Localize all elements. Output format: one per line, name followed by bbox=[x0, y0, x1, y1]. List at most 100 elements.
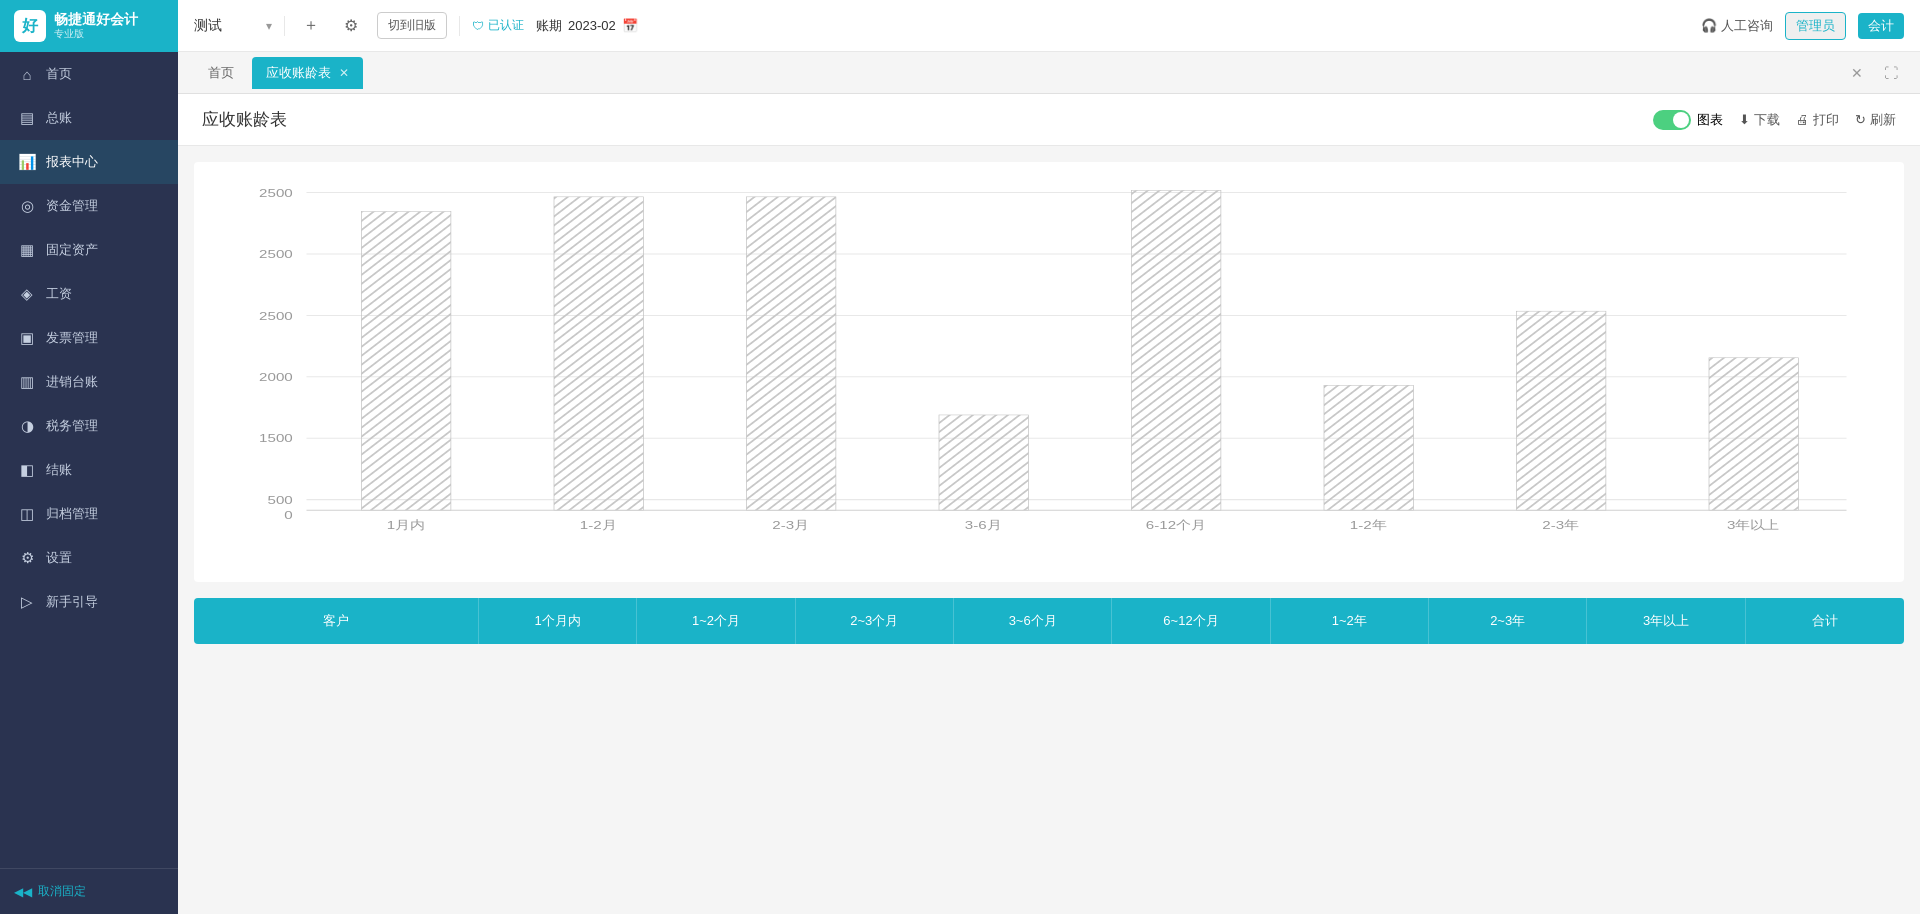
svg-text:2-3月: 2-3月 bbox=[772, 519, 808, 532]
consult-button[interactable]: 🎧 人工咨询 bbox=[1701, 17, 1773, 35]
sidebar-item-salary[interactable]: ◈ 工资 bbox=[0, 272, 178, 316]
archive-icon: ◫ bbox=[18, 505, 36, 523]
fund-icon: ◎ bbox=[18, 197, 36, 215]
th-3plus-year: 3年以上 bbox=[1587, 598, 1745, 644]
th-2-3month: 2~3个月 bbox=[796, 598, 954, 644]
download-icon: ⬇ bbox=[1739, 112, 1750, 127]
page-header: 应收账龄表 图表 ⬇ 下载 🖨 打印 ↻ 刷新 bbox=[178, 94, 1920, 146]
sidebar-item-closing[interactable]: ◧ 结账 bbox=[0, 448, 178, 492]
tab-aging[interactable]: 应收账龄表 ✕ bbox=[252, 57, 363, 89]
tab-home[interactable]: 首页 bbox=[194, 57, 248, 89]
assets-icon: ▦ bbox=[18, 241, 36, 259]
refresh-button[interactable]: ↻ 刷新 bbox=[1855, 111, 1896, 129]
sidebar-item-label: 工资 bbox=[46, 285, 72, 303]
sidebar-item-tax[interactable]: ◑ 税务管理 bbox=[0, 404, 178, 448]
chart-toggle[interactable] bbox=[1653, 110, 1691, 130]
th-1month: 1个月内 bbox=[479, 598, 637, 644]
sidebar-item-general-ledger[interactable]: ▤ 总账 bbox=[0, 96, 178, 140]
cancel-fixed-button[interactable]: ◀◀ 取消固定 bbox=[14, 877, 164, 906]
cancel-fixed-label: 取消固定 bbox=[38, 883, 86, 900]
verified-badge: 🛡 已认证 bbox=[472, 17, 524, 34]
sidebar-item-assets[interactable]: ▦ 固定资产 bbox=[0, 228, 178, 272]
logo-text-block: 畅捷通好会计 专业版 bbox=[54, 11, 138, 42]
period-label: 账期 bbox=[536, 17, 562, 35]
table-area: 客户 1个月内 1~2个月 2~3个月 3~6个月 6~12个月 1~2年 2~… bbox=[194, 598, 1904, 644]
th-total: 合计 bbox=[1746, 598, 1904, 644]
company-dropdown-icon[interactable]: ▾ bbox=[266, 19, 272, 33]
sidebar-item-label: 结账 bbox=[46, 461, 72, 479]
sidebar-item-guide[interactable]: ▷ 新手引导 bbox=[0, 580, 178, 624]
svg-text:1-2月: 1-2月 bbox=[580, 519, 616, 532]
sidebar-item-home[interactable]: ⌂ 首页 bbox=[0, 52, 178, 96]
refresh-icon: ↻ bbox=[1855, 112, 1866, 127]
sidebar-footer: ◀◀ 取消固定 bbox=[0, 868, 178, 914]
svg-text:0: 0 bbox=[284, 508, 292, 521]
th-customer: 客户 bbox=[194, 598, 479, 644]
sidebar-menu: ⌂ 首页 ▤ 总账 📊 报表中心 ◎ 资金管理 ▦ 固定资产 ◈ 工资 ▣ 发票… bbox=[0, 52, 178, 868]
settings-button[interactable]: ⚙ bbox=[337, 12, 365, 40]
download-label: 下载 bbox=[1754, 111, 1780, 129]
app-name: 畅捷通好会计 bbox=[54, 11, 138, 28]
svg-text:1-2年: 1-2年 bbox=[1350, 519, 1386, 532]
bar-5[interactable] bbox=[1132, 190, 1221, 510]
app-version: 专业版 bbox=[54, 27, 138, 41]
th-6-12month: 6~12个月 bbox=[1112, 598, 1270, 644]
sidebar-item-fund[interactable]: ◎ 资金管理 bbox=[0, 184, 178, 228]
main-content: 测试 ▾ ＋ ⚙ 切到旧版 🛡 已认证 账期 2023-02 📅 🎧 人工咨询 … bbox=[178, 0, 1920, 914]
download-button[interactable]: ⬇ 下载 bbox=[1739, 111, 1780, 129]
expand-window-button[interactable]: ⛶ bbox=[1878, 60, 1904, 86]
svg-text:2500: 2500 bbox=[259, 309, 293, 322]
chart-wrapper: 2500 2500 2500 2000 1500 500 0 1 bbox=[224, 182, 1874, 542]
add-button[interactable]: ＋ bbox=[297, 12, 325, 40]
table-header: 客户 1个月内 1~2个月 2~3个月 3~6个月 6~12个月 1~2年 2~… bbox=[194, 598, 1904, 644]
period-value: 2023-02 bbox=[568, 18, 616, 33]
print-button[interactable]: 🖨 打印 bbox=[1796, 111, 1839, 129]
topbar: 测试 ▾ ＋ ⚙ 切到旧版 🛡 已认证 账期 2023-02 📅 🎧 人工咨询 … bbox=[178, 0, 1920, 52]
svg-text:3年以上: 3年以上 bbox=[1727, 519, 1779, 532]
bar-4[interactable] bbox=[939, 415, 1028, 510]
calendar-icon[interactable]: 📅 bbox=[622, 18, 638, 33]
print-icon: 🖨 bbox=[1796, 112, 1809, 127]
cancel-fixed-icon: ◀◀ bbox=[14, 885, 32, 899]
admin-button[interactable]: 管理员 bbox=[1785, 12, 1846, 40]
tab-close-icon[interactable]: ✕ bbox=[339, 66, 349, 80]
tax-icon: ◑ bbox=[18, 417, 36, 435]
bar-chart: 2500 2500 2500 2000 1500 500 0 1 bbox=[224, 182, 1874, 542]
toggle-thumb bbox=[1673, 112, 1689, 128]
consult-label: 人工咨询 bbox=[1721, 17, 1773, 35]
bar-7[interactable] bbox=[1517, 311, 1606, 510]
svg-text:6-12个月: 6-12个月 bbox=[1146, 519, 1205, 532]
bar-3[interactable] bbox=[747, 197, 836, 510]
sidebar-item-archive[interactable]: ◫ 归档管理 bbox=[0, 492, 178, 536]
svg-text:1月内: 1月内 bbox=[387, 519, 425, 532]
th-1-2year: 1~2年 bbox=[1271, 598, 1429, 644]
tab-home-label: 首页 bbox=[208, 64, 234, 82]
svg-text:500: 500 bbox=[268, 494, 293, 507]
bar-1[interactable] bbox=[362, 212, 451, 511]
home-icon: ⌂ bbox=[18, 66, 36, 83]
bar-6[interactable] bbox=[1324, 385, 1413, 510]
sidebar-item-label: 发票管理 bbox=[46, 329, 98, 347]
closing-icon: ◧ bbox=[18, 461, 36, 479]
chart-area: 2500 2500 2500 2000 1500 500 0 1 bbox=[194, 162, 1904, 582]
logo-icon: 好 bbox=[14, 10, 46, 42]
svg-text:3-6月: 3-6月 bbox=[965, 519, 1001, 532]
sidebar-item-reports[interactable]: 📊 报表中心 bbox=[0, 140, 178, 184]
sidebar-item-inventory[interactable]: ▥ 进销台账 bbox=[0, 360, 178, 404]
sidebar-item-invoice[interactable]: ▣ 发票管理 bbox=[0, 316, 178, 360]
tab-aging-label: 应收账龄表 bbox=[266, 64, 331, 82]
th-1-2month: 1~2个月 bbox=[637, 598, 795, 644]
close-window-button[interactable]: ✕ bbox=[1844, 60, 1870, 86]
bar-8[interactable] bbox=[1709, 358, 1798, 510]
accountant-button[interactable]: 会计 bbox=[1858, 13, 1904, 39]
bar-2[interactable] bbox=[554, 197, 643, 510]
switch-old-version-button[interactable]: 切到旧版 bbox=[377, 12, 447, 39]
guide-icon: ▷ bbox=[18, 593, 36, 611]
page-content: 应收账龄表 图表 ⬇ 下载 🖨 打印 ↻ 刷新 bbox=[178, 94, 1920, 914]
verified-label: 已认证 bbox=[488, 17, 524, 34]
sidebar-item-settings[interactable]: ⚙ 设置 bbox=[0, 536, 178, 580]
sidebar-item-label: 报表中心 bbox=[46, 153, 98, 171]
refresh-label: 刷新 bbox=[1870, 111, 1896, 129]
sidebar-item-label: 归档管理 bbox=[46, 505, 98, 523]
chart-toggle-container: 图表 bbox=[1653, 110, 1723, 130]
